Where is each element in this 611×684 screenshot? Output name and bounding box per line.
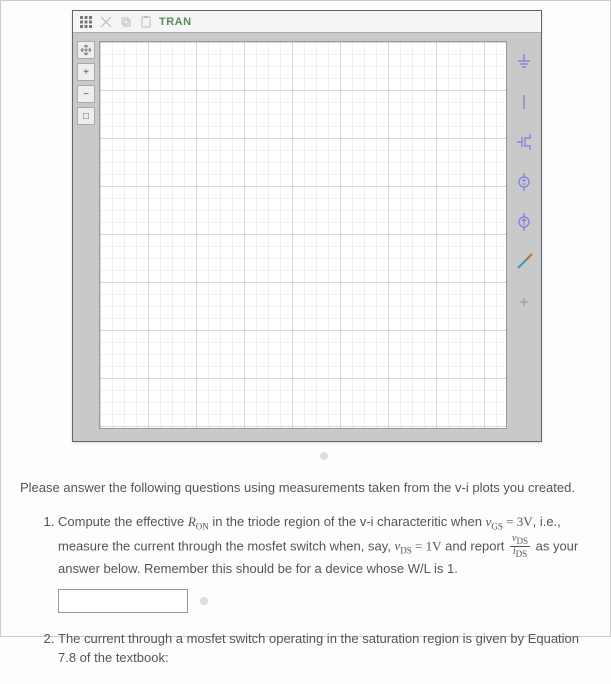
ground-icon[interactable] [513, 51, 535, 73]
paste-icon[interactable] [139, 15, 153, 29]
zoom-out-button[interactable]: − [77, 85, 95, 103]
copy-icon[interactable] [119, 15, 133, 29]
q1-eq2: = 1V [412, 538, 442, 553]
q1-status-dot [200, 597, 208, 605]
question-content: Please answer the following questions us… [20, 478, 591, 684]
cut-icon[interactable] [99, 15, 113, 29]
intro-text: Please answer the following questions us… [20, 478, 591, 498]
tran-mode-label[interactable]: TRAN [159, 16, 192, 28]
canvas-grid [100, 42, 506, 428]
pan-button[interactable] [77, 41, 95, 59]
q1-vgs: vGS [486, 514, 503, 529]
q1-eq1: = 3V [503, 514, 533, 529]
question-1: Compute the effective RON in the triode … [58, 512, 591, 613]
component-palette [513, 51, 535, 313]
zoom-fit-button[interactable]: □ [77, 107, 95, 125]
q1-ron: RON [188, 514, 209, 529]
current-source-icon[interactable] [513, 211, 535, 233]
zoom-in-button[interactable]: + [77, 63, 95, 81]
schematic-editor: TRAN + − □ [72, 10, 542, 442]
q1-vds: vDS [394, 538, 411, 553]
left-toolbox: + − □ [77, 41, 95, 125]
status-dot [320, 452, 328, 460]
q1-text-c: and report [442, 538, 509, 553]
q1-answer-input[interactable] [58, 589, 188, 613]
schematic-canvas[interactable] [99, 41, 507, 429]
q1-text-b: in the triode region of the v-i characte… [209, 514, 486, 529]
probe-icon[interactable] [513, 251, 535, 273]
nfet-icon[interactable] [513, 131, 535, 153]
q1-fraction: vDSiDS [510, 534, 530, 560]
node-label-icon[interactable] [513, 91, 535, 113]
add-component-icon[interactable] [513, 291, 535, 313]
grid-icon[interactable] [79, 15, 93, 29]
voltage-source-icon[interactable] [513, 171, 535, 193]
q1-answer-row [58, 589, 591, 613]
bottom-fade [0, 627, 611, 637]
q1-text-a: Compute the effective [58, 514, 188, 529]
editor-toolbar: TRAN [73, 11, 541, 33]
